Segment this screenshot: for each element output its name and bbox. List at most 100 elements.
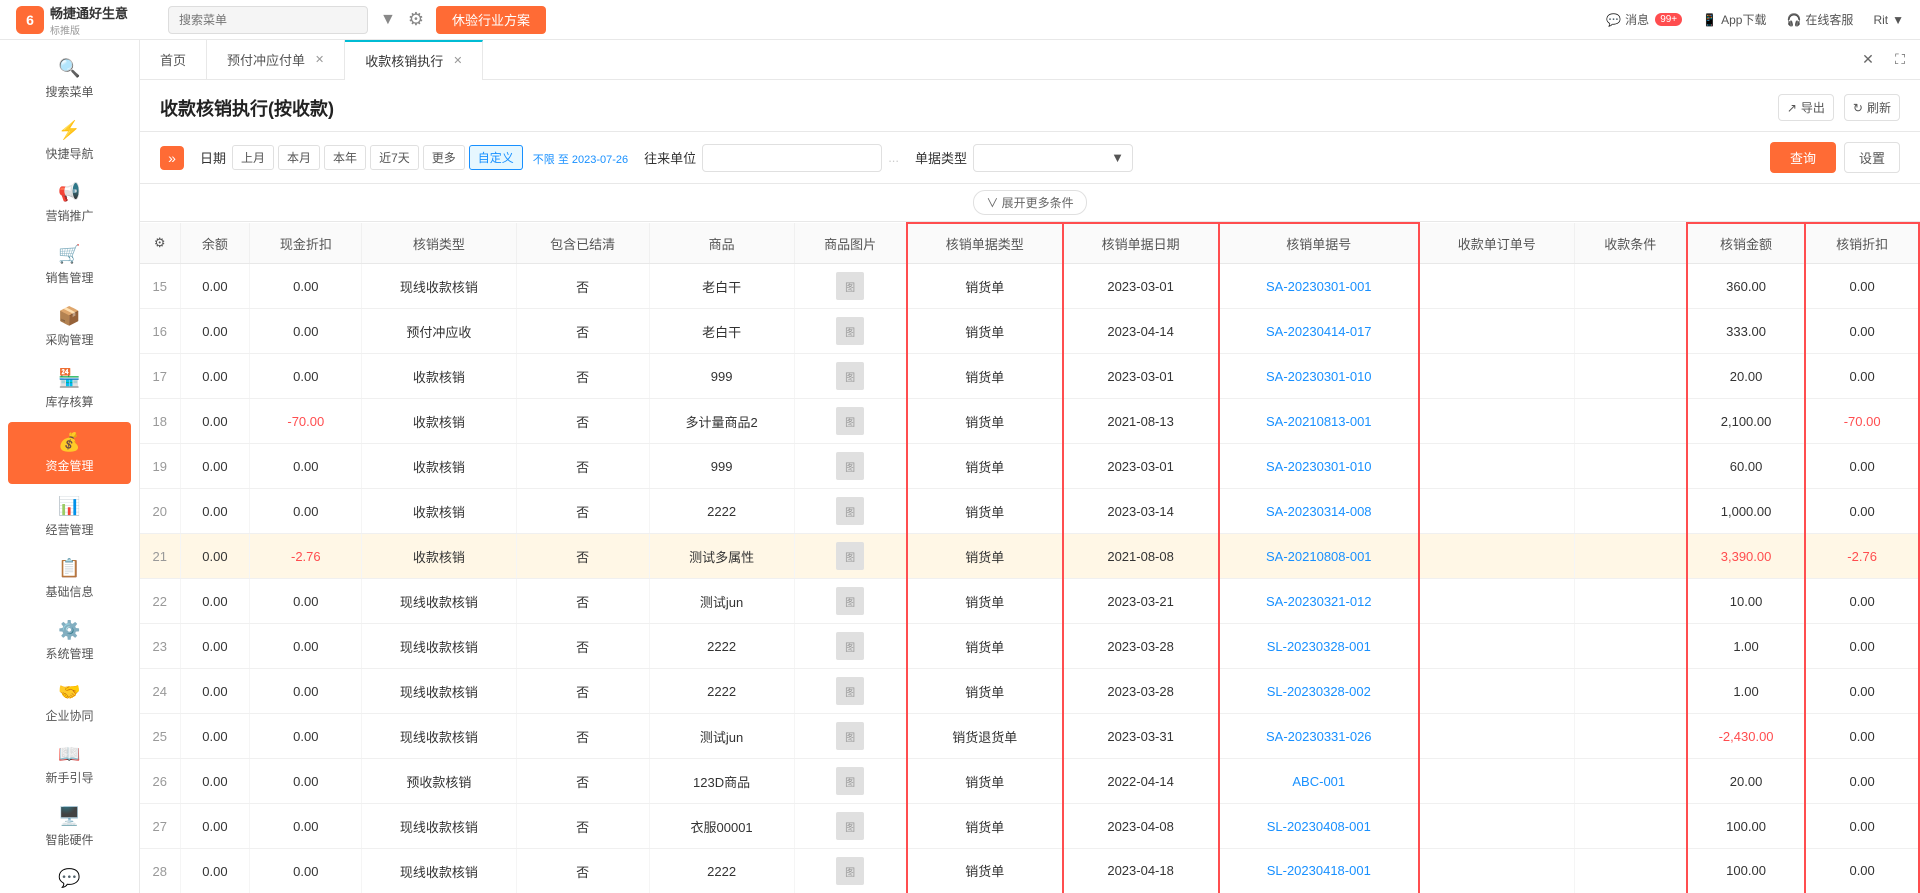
sidebar-item-guide[interactable]: 📖 新手引导 xyxy=(0,734,139,796)
bill-no-link[interactable]: SA-20210808-001 xyxy=(1266,549,1372,564)
td-rowno: 21 xyxy=(140,534,180,579)
td-cash-discount: 0.00 xyxy=(250,624,362,669)
td-include-settled: 否 xyxy=(516,759,649,804)
bill-no-link[interactable]: SA-20230314-008 xyxy=(1266,504,1372,519)
th-bill-date: 核销单据日期 xyxy=(1063,223,1219,264)
bill-no-link[interactable]: SL-20230408-001 xyxy=(1267,819,1371,834)
bill-no-link[interactable]: SA-20210813-001 xyxy=(1266,414,1372,429)
industry-btn[interactable]: 休验行业方案 xyxy=(436,6,546,34)
td-balance: 0.00 xyxy=(180,759,250,804)
user-menu[interactable]: Rit ▼ xyxy=(1873,13,1904,27)
tab-bar: 首页 预付冲应付单 ✕ 收款核销执行 ✕ ✕ ⛶ xyxy=(140,40,1920,80)
messages-btn[interactable]: 💬 消息 99+ xyxy=(1606,11,1682,28)
sidebar-label-enterprise: 企业协同 xyxy=(45,707,93,724)
date-last-month[interactable]: 上月 xyxy=(232,145,274,170)
search-icon[interactable]: ▼ xyxy=(380,11,396,29)
td-cash-discount: 0.00 xyxy=(250,354,362,399)
sidebar-item-quick[interactable]: ⚡ 快捷导航 xyxy=(0,110,139,172)
td-receipt-cond xyxy=(1574,804,1687,849)
td-goods-image: 图 xyxy=(794,669,907,714)
td-bill-date: 2023-03-28 xyxy=(1063,624,1219,669)
td-goods-image: 图 xyxy=(794,264,907,309)
table-row: 19 0.00 0.00 收款核销 否 999 图 销货单 2023-03-01… xyxy=(140,444,1919,489)
td-cash-discount: -2.76 xyxy=(250,534,362,579)
settings-col-icon[interactable]: ⚙ xyxy=(154,235,166,250)
td-balance: 0.00 xyxy=(180,804,250,849)
bill-no-link[interactable]: SA-20230301-001 xyxy=(1266,279,1372,294)
tab-prepay[interactable]: 预付冲应付单 ✕ xyxy=(207,40,345,80)
tab-home[interactable]: 首页 xyxy=(140,40,207,80)
td-balance: 0.00 xyxy=(180,444,250,489)
sidebar-item-search[interactable]: 🔍 搜索菜单 xyxy=(0,48,139,110)
expand-more-btn[interactable]: ∨ 展开更多条件 xyxy=(973,190,1086,215)
bill-type-select[interactable]: ▼ xyxy=(973,144,1133,172)
tab-close-prepay[interactable]: ✕ xyxy=(315,53,324,66)
td-bill-date: 2023-03-28 xyxy=(1063,669,1219,714)
sidebar-item-marketing[interactable]: 📢 营销推广 xyxy=(0,172,139,234)
table-body: 15 0.00 0.00 现线收款核销 否 老白干 图 销货单 2023-03-… xyxy=(140,264,1919,893)
date-7days[interactable]: 近7天 xyxy=(370,145,419,170)
td-verify-type: 收款核销 xyxy=(362,534,516,579)
bill-no-link[interactable]: SA-20230301-010 xyxy=(1266,459,1372,474)
td-receipt-cond xyxy=(1574,534,1687,579)
sidebar-item-sales[interactable]: 🛒 销售管理 xyxy=(0,234,139,296)
bill-no-link[interactable]: SL-20230418-001 xyxy=(1267,863,1371,878)
bill-no-link[interactable]: SA-20230414-017 xyxy=(1266,324,1372,339)
td-verify-amount: -2,430.00 xyxy=(1687,714,1805,759)
date-range-text: 不限 至 2023-07-26 xyxy=(533,151,628,167)
sidebar-item-purchase[interactable]: 📦 采购管理 xyxy=(0,296,139,358)
app-logo: 6 畅捷通好生意 标推版 xyxy=(16,3,156,37)
sidebar-item-system[interactable]: ⚙️ 系统管理 xyxy=(0,610,139,672)
td-receipt-order xyxy=(1419,849,1574,893)
td-rowno: 18 xyxy=(140,399,180,444)
bill-no-link[interactable]: SL-20230328-001 xyxy=(1267,639,1371,654)
date-label: 日期 xyxy=(200,148,226,167)
filter-settings-btn[interactable]: 设置 xyxy=(1844,142,1900,173)
td-cash-discount: 0.00 xyxy=(250,444,362,489)
top-search-input[interactable] xyxy=(168,6,368,34)
table-row: 24 0.00 0.00 现线收款核销 否 2222 图 销货单 2023-03… xyxy=(140,669,1919,714)
bill-no-link[interactable]: SL-20230328-002 xyxy=(1267,684,1371,699)
settings-icon[interactable]: ⚙ xyxy=(408,9,424,30)
bill-no-link[interactable]: ABC-001 xyxy=(1292,774,1345,789)
filter-source-group: 往来单位 ... xyxy=(644,144,899,172)
sidebar-item-finance[interactable]: 💰 资金管理 xyxy=(8,422,131,484)
date-more[interactable]: 更多 xyxy=(423,145,465,170)
date-custom[interactable]: 自定义 xyxy=(469,145,523,170)
sidebar-item-enterprise[interactable]: 🤝 企业协同 xyxy=(0,672,139,734)
tab-controls: ✕ ⛶ xyxy=(1856,48,1920,72)
tab-receipt[interactable]: 收款核销执行 ✕ xyxy=(345,40,483,80)
bill-no-link[interactable]: SA-20230301-010 xyxy=(1266,369,1372,384)
sidebar-item-basic[interactable]: 📋 基础信息 xyxy=(0,548,139,610)
tab-close-receipt[interactable]: ✕ xyxy=(453,54,462,67)
sidebar-item-operations[interactable]: 📊 经营管理 xyxy=(0,486,139,548)
td-bill-type: 销货单 xyxy=(907,849,1063,893)
bill-no-link[interactable]: SA-20230321-012 xyxy=(1266,594,1372,609)
td-goods-image: 图 xyxy=(794,579,907,624)
close-tab-icon[interactable]: ✕ xyxy=(1856,48,1880,72)
td-bill-type: 销货单 xyxy=(907,804,1063,849)
search-icon: 🔍 xyxy=(58,58,80,79)
td-goods-image: 图 xyxy=(794,534,907,579)
date-this-year[interactable]: 本年 xyxy=(324,145,366,170)
refresh-btn[interactable]: ↻ 刷新 xyxy=(1844,94,1900,121)
query-btn[interactable]: 查询 xyxy=(1770,142,1836,173)
export-btn[interactable]: ↗ 导出 xyxy=(1778,94,1834,121)
sidebar-item-inventory[interactable]: 🏪 库存核算 xyxy=(0,358,139,420)
expand-tab-icon[interactable]: ⛶ xyxy=(1888,48,1912,72)
sidebar-item-hardware[interactable]: 🖥️ 智能硬件 xyxy=(0,796,139,858)
td-receipt-order xyxy=(1419,354,1574,399)
bill-no-link[interactable]: SA-20230331-026 xyxy=(1266,729,1372,744)
online-service-btn[interactable]: 🎧 在线客服 xyxy=(1786,11,1853,28)
td-cash-discount: 0.00 xyxy=(250,714,362,759)
app-download-btn[interactable]: 📱 App下载 xyxy=(1702,11,1766,28)
sidebar-item-wechat[interactable]: 💬 企业微信 xyxy=(0,858,139,893)
date-this-month[interactable]: 本月 xyxy=(278,145,320,170)
app-version: 标推版 xyxy=(50,22,128,37)
td-bill-type: 销货单 xyxy=(907,399,1063,444)
td-rowno: 26 xyxy=(140,759,180,804)
td-receipt-order xyxy=(1419,309,1574,354)
td-include-settled: 否 xyxy=(516,309,649,354)
filter-toggle-btn[interactable]: » xyxy=(160,146,184,170)
source-input[interactable] xyxy=(702,144,882,172)
